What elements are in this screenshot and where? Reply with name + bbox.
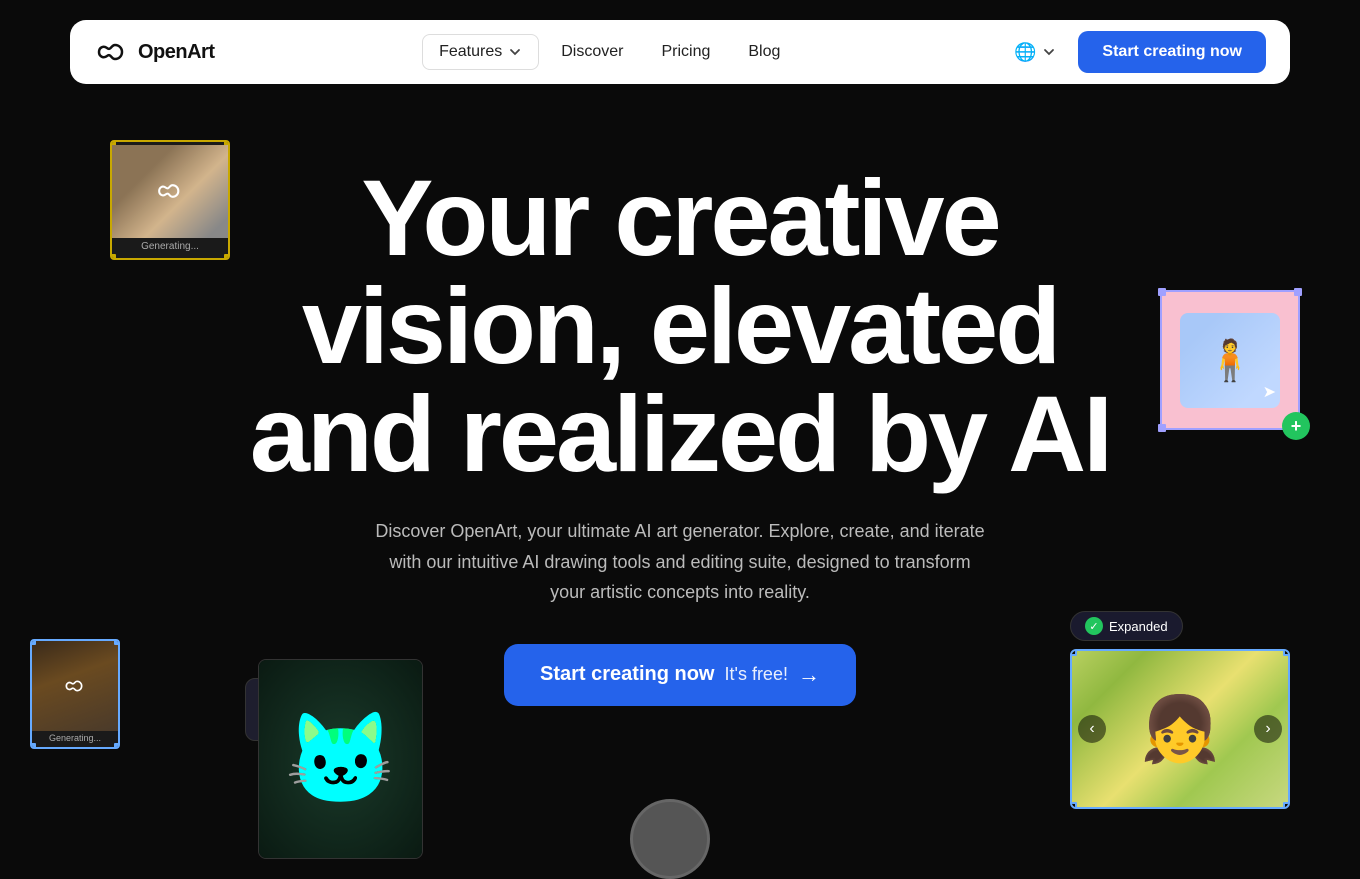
corner-handle-tr bbox=[1294, 288, 1302, 296]
check-icon: ✓ bbox=[1085, 617, 1103, 635]
infinity-small-icon bbox=[63, 678, 87, 694]
cat-painting-image: 🐱 bbox=[259, 660, 422, 858]
logo[interactable]: OpenArt bbox=[94, 41, 215, 64]
character-figure: 🧍 bbox=[1205, 337, 1255, 384]
handle-br bbox=[114, 743, 120, 749]
expanded-badge: ✓ Expanded bbox=[1070, 611, 1183, 641]
girl-face-emoji: 👧 bbox=[1140, 692, 1220, 767]
chevron-down-icon bbox=[508, 45, 522, 59]
corner-handle-bl bbox=[1158, 424, 1166, 432]
lang-chevron-icon bbox=[1042, 45, 1056, 59]
generating-portrait-card: Generating... bbox=[30, 639, 120, 749]
logo-icon bbox=[94, 41, 130, 63]
cat-image bbox=[112, 145, 228, 238]
cat-painting-card: 🐱 bbox=[258, 659, 423, 859]
nav-links: Features Discover Pricing Blog bbox=[422, 34, 796, 70]
nav-blog[interactable]: Blog bbox=[732, 35, 796, 69]
corner-handle-tl bbox=[1158, 288, 1166, 296]
handle-tr bbox=[114, 639, 120, 645]
plus-button[interactable]: + bbox=[1282, 412, 1310, 440]
frame-handle-tr bbox=[1283, 649, 1290, 656]
frame-handle-br bbox=[1283, 802, 1290, 809]
image-nav-right[interactable]: › bbox=[1254, 715, 1282, 743]
navbar: OpenArt Features Discover Pricing Blog 🌐… bbox=[70, 20, 1290, 84]
image-nav-left[interactable]: ‹ bbox=[1078, 715, 1106, 743]
globe-icon: 🌐 bbox=[1014, 42, 1036, 63]
cat-painting-emoji: 🐱 bbox=[284, 707, 396, 812]
cta-main-text: Start creating now bbox=[540, 663, 714, 686]
hero-subtitle: Discover OpenArt, your ultimate AI art g… bbox=[370, 516, 990, 608]
handle-bl bbox=[30, 743, 36, 749]
generating-label-portrait: Generating... bbox=[49, 731, 101, 745]
language-selector[interactable]: 🌐 bbox=[1004, 36, 1066, 69]
generating-cat-card-top: Generating... bbox=[110, 140, 230, 260]
openart-infinity-icon bbox=[155, 181, 185, 201]
cursor-icon: ➤ bbox=[1263, 382, 1276, 402]
nav-pricing[interactable]: Pricing bbox=[645, 35, 726, 69]
avatar-circle bbox=[630, 799, 710, 879]
expanded-image-frame: 👧 ‹ › bbox=[1070, 649, 1290, 809]
nav-discover[interactable]: Discover bbox=[545, 35, 639, 69]
logo-text: OpenArt bbox=[138, 41, 215, 64]
3d-character-card: 🧍 ➤ + bbox=[1160, 290, 1300, 430]
frame-handle-tl bbox=[1070, 649, 1077, 656]
corner-handle-bl bbox=[110, 254, 116, 260]
nav-start-button[interactable]: Start creating now bbox=[1078, 31, 1266, 73]
nav-features[interactable]: Features bbox=[422, 34, 539, 70]
portrait-image bbox=[32, 641, 118, 731]
cta-arrow-icon: → bbox=[798, 662, 820, 688]
nav-right: 🌐 Start creating now bbox=[1004, 31, 1266, 73]
expanded-image-card: ✓ Expanded 👧 ‹ › bbox=[1070, 611, 1300, 809]
handle-tl bbox=[30, 639, 36, 645]
generating-label-top: Generating... bbox=[141, 238, 199, 255]
cta-free-text: It's free! bbox=[725, 664, 788, 685]
frame-handle-bl bbox=[1070, 802, 1077, 809]
3d-character-image: 🧍 ➤ bbox=[1180, 313, 1280, 408]
hero-cta-button[interactable]: Start creating now It's free! → bbox=[504, 644, 856, 706]
